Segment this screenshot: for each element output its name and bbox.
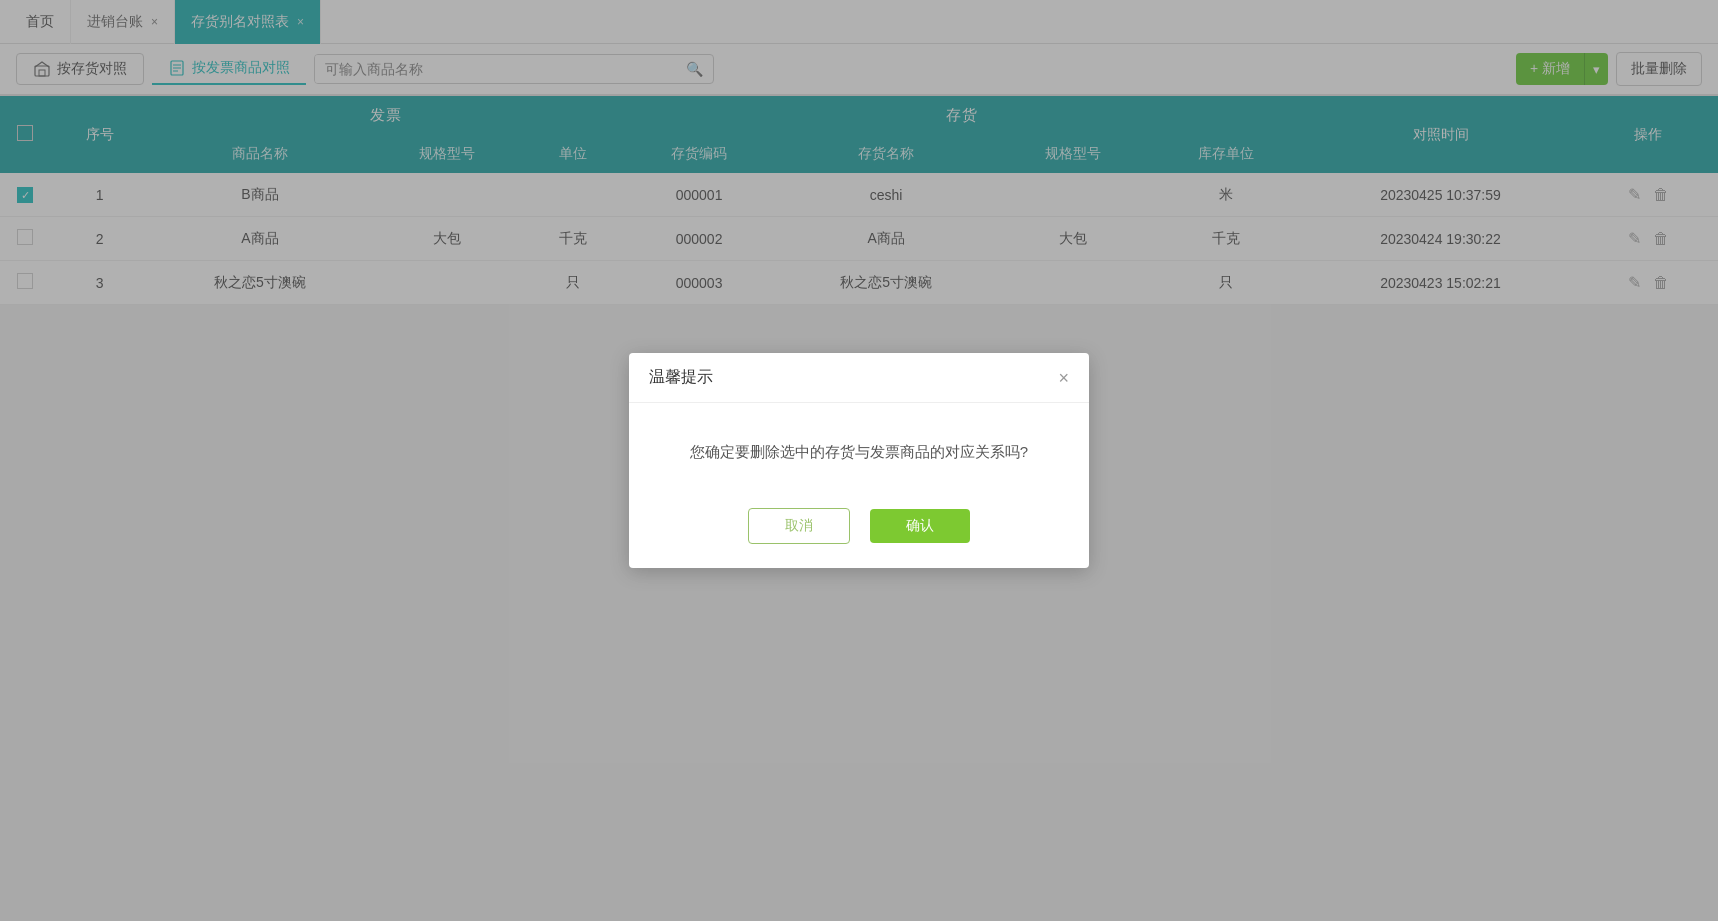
dialog-overlay: 温馨提示 × 您确定要删除选中的存货与发票商品的对应关系吗? 取消 确认 — [0, 0, 1718, 305]
